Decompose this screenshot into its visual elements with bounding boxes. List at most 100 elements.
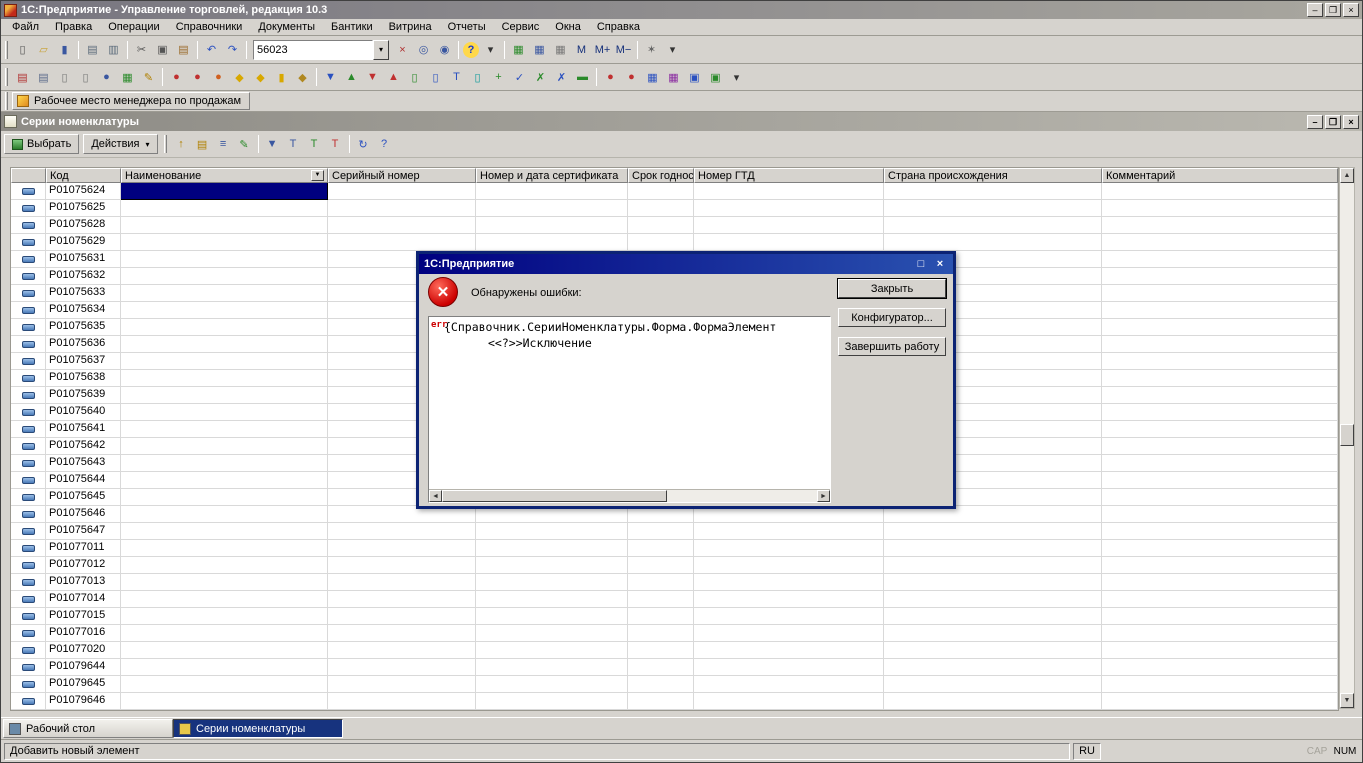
print-preview-icon[interactable]: ▥ xyxy=(104,41,123,59)
cell[interactable] xyxy=(1102,217,1338,234)
analytics-chart-icon[interactable]: ▦ xyxy=(643,68,662,86)
cell[interactable] xyxy=(884,217,1102,234)
filter-settings-icon[interactable]: Т xyxy=(284,135,303,153)
payment-icon[interactable]: ◆ xyxy=(251,68,270,86)
cell[interactable] xyxy=(1102,319,1338,336)
cell[interactable] xyxy=(1102,251,1338,268)
counterparty-icon[interactable]: ● xyxy=(97,68,116,86)
cell[interactable] xyxy=(328,200,476,217)
cell[interactable] xyxy=(328,557,476,574)
cell[interactable] xyxy=(121,285,328,302)
table-row[interactable]: P01075625 xyxy=(11,200,1338,217)
invoice-icon[interactable]: ▲ xyxy=(384,68,403,86)
refresh-icon[interactable]: ↻ xyxy=(354,135,373,153)
cell[interactable]: P01077020 xyxy=(46,642,121,659)
cell[interactable] xyxy=(1102,370,1338,387)
list-close-button[interactable]: × xyxy=(1343,114,1359,129)
menu-item-Витрина[interactable]: Витрина xyxy=(381,20,440,34)
cell[interactable] xyxy=(121,523,328,540)
goods-receipt-icon[interactable]: ▯ xyxy=(405,68,424,86)
new-document-icon[interactable]: ▯ xyxy=(13,41,32,59)
cell[interactable] xyxy=(1102,336,1338,353)
dialog-maximize-button[interactable]: □ xyxy=(913,257,929,272)
cell[interactable] xyxy=(628,557,694,574)
restore-button[interactable]: ❐ xyxy=(1325,3,1341,17)
scroll-right-icon[interactable]: ► xyxy=(817,490,830,502)
cell[interactable] xyxy=(628,642,694,659)
cell[interactable] xyxy=(884,642,1102,659)
cell[interactable] xyxy=(121,506,328,523)
cell[interactable] xyxy=(1102,421,1338,438)
redo-icon[interactable]: ↷ xyxy=(223,41,242,59)
report-journal-icon[interactable]: ▤ xyxy=(13,68,32,86)
table-row[interactable]: P01077016 xyxy=(11,625,1338,642)
cell[interactable] xyxy=(694,183,884,200)
cell[interactable] xyxy=(476,183,628,200)
cell[interactable] xyxy=(1102,438,1338,455)
cell[interactable] xyxy=(121,472,328,489)
cell[interactable] xyxy=(121,217,328,234)
cell[interactable] xyxy=(121,540,328,557)
cell[interactable]: P01079644 xyxy=(46,659,121,676)
column-header-5[interactable]: Срок годнос... xyxy=(628,168,694,183)
cell[interactable] xyxy=(121,404,328,421)
cell[interactable] xyxy=(328,659,476,676)
cell[interactable] xyxy=(476,625,628,642)
cell[interactable] xyxy=(694,540,884,557)
cell[interactable]: P01075624 xyxy=(46,183,121,200)
cell[interactable] xyxy=(121,353,328,370)
cell[interactable] xyxy=(884,523,1102,540)
cell[interactable]: P01075642 xyxy=(46,438,121,455)
cell[interactable] xyxy=(884,608,1102,625)
menu-item-Правка[interactable]: Правка xyxy=(47,20,100,34)
column-header-8[interactable]: Комментарий xyxy=(1102,168,1338,183)
cell[interactable] xyxy=(884,574,1102,591)
cash-order-icon[interactable]: ▮ xyxy=(272,68,291,86)
cell[interactable] xyxy=(628,540,694,557)
money-icon[interactable]: ◆ xyxy=(293,68,312,86)
cell[interactable] xyxy=(328,217,476,234)
cell[interactable]: P01075635 xyxy=(46,319,121,336)
purchase-document-icon[interactable]: ▼ xyxy=(321,68,340,86)
cell[interactable] xyxy=(121,387,328,404)
table-row[interactable]: P01077015 xyxy=(11,608,1338,625)
undo-icon[interactable]: ↶ xyxy=(202,41,221,59)
menu-item-Файл[interactable]: Файл xyxy=(4,20,47,34)
cell[interactable] xyxy=(1102,387,1338,404)
help-icon[interactable]: ? xyxy=(463,41,479,58)
cell[interactable] xyxy=(628,625,694,642)
cell[interactable] xyxy=(628,523,694,540)
cell[interactable] xyxy=(121,659,328,676)
hierarchy-view-icon[interactable]: ▤ xyxy=(193,135,212,153)
help-dropdown-icon[interactable]: ▾ xyxy=(481,41,500,59)
cell[interactable] xyxy=(694,642,884,659)
calculator-memory-plus-icon[interactable]: M+ xyxy=(593,41,612,59)
open-folder-icon[interactable]: ▱ xyxy=(34,41,53,59)
service-settings-icon[interactable]: ✶ xyxy=(642,41,661,59)
cell[interactable] xyxy=(628,574,694,591)
list-toolbar-grip[interactable] xyxy=(163,135,167,153)
dialog-close-button[interactable]: × xyxy=(932,257,948,272)
cell[interactable] xyxy=(1102,557,1338,574)
cell[interactable] xyxy=(1102,302,1338,319)
cell[interactable]: P01075637 xyxy=(46,353,121,370)
cell[interactable]: P01077011 xyxy=(46,540,121,557)
cell[interactable] xyxy=(1102,540,1338,557)
ledger-icon[interactable]: ▬ xyxy=(573,68,592,86)
cell[interactable] xyxy=(1102,489,1338,506)
sales-manager-workspace-button[interactable]: Рабочее место менеджера по продажам xyxy=(12,92,251,110)
print-form-icon[interactable]: ▤ xyxy=(34,68,53,86)
menu-item-Справка[interactable]: Справка xyxy=(589,20,648,34)
cell[interactable] xyxy=(884,234,1102,251)
vscroll-thumb[interactable] xyxy=(1340,424,1354,446)
cell[interactable]: P01079645 xyxy=(46,676,121,693)
table-row[interactable]: P01075629 xyxy=(11,234,1338,251)
cell[interactable]: P01075640 xyxy=(46,404,121,421)
copy-icon[interactable]: ▣ xyxy=(153,41,172,59)
cell[interactable] xyxy=(476,608,628,625)
transfer-document-icon[interactable]: ▯ xyxy=(468,68,487,86)
cell[interactable] xyxy=(694,217,884,234)
cell[interactable] xyxy=(628,693,694,710)
exit-icon[interactable]: ▣ xyxy=(706,68,725,86)
cell[interactable]: P01075638 xyxy=(46,370,121,387)
